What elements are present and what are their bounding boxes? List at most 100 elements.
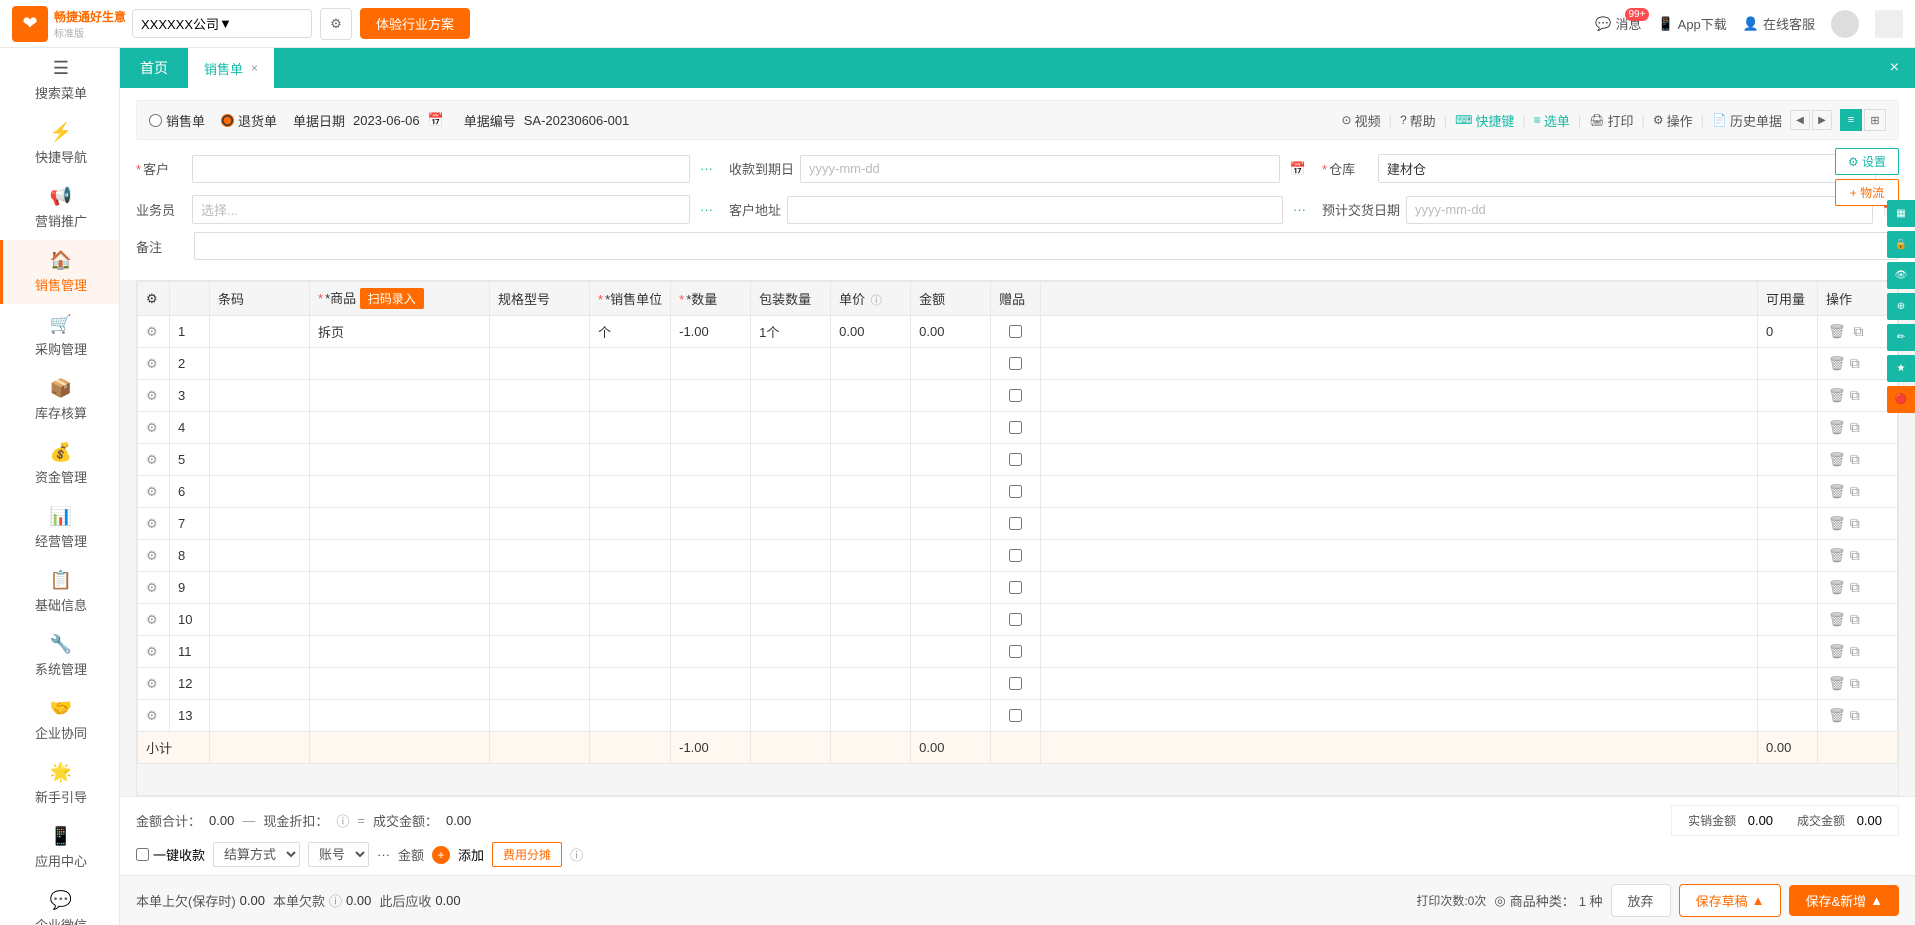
online-support-btn[interactable]: 👤 在线客服	[1743, 14, 1815, 33]
float-btn-6[interactable]: ★	[1887, 355, 1915, 382]
expense-info[interactable]: ⓘ	[570, 845, 583, 864]
toolbar-shortcut[interactable]: ⌨ 快捷键	[1455, 111, 1514, 130]
row1-spec[interactable]	[490, 316, 590, 348]
tab-close-icon[interactable]: ×	[251, 61, 258, 75]
toolbar-operation[interactable]: ⚙ 操作	[1653, 111, 1693, 130]
company-selector[interactable]: XXXXXX公司 ▼	[132, 9, 312, 38]
sidebar-item-wechat[interactable]: 💬 企业微信	[0, 880, 119, 925]
sidebar-item-purchase[interactable]: 🛒 采购管理	[0, 304, 119, 368]
total-val: 0.00	[209, 813, 234, 828]
customer-addr-input[interactable]	[787, 196, 1283, 224]
row1-gift-checkbox[interactable]	[1009, 325, 1022, 338]
row2-gear-icon[interactable]: ⚙	[146, 356, 158, 371]
view-icon-list[interactable]: ≡	[1840, 109, 1862, 131]
gear-col-icon[interactable]: ⚙	[146, 291, 158, 306]
row1-qty[interactable]: -1.00	[671, 316, 751, 348]
customer-dots[interactable]: ···	[700, 161, 713, 176]
row1-product[interactable]: 拆页	[310, 316, 490, 348]
recv-date-cal[interactable]: 📅	[1290, 161, 1306, 177]
toolbar-help[interactable]: ? 帮助	[1400, 111, 1436, 130]
nav-prev[interactable]: ◀	[1790, 110, 1810, 130]
row1-amount[interactable]: 0.00	[911, 316, 991, 348]
sidebar-item-system[interactable]: 🔧 系统管理	[0, 624, 119, 688]
row2-copy-btn[interactable]: ⧉	[1848, 353, 1862, 374]
bottom-info: 本单上欠(保存时) 0.00 本单欠款 ⓘ 0.00 此后应收 0.00	[136, 891, 461, 910]
warehouse-input[interactable]: 建材仓	[1378, 154, 1876, 183]
row1-barcode[interactable]	[210, 316, 310, 348]
row1-gear-icon[interactable]: ⚙	[146, 324, 158, 339]
cash-discount-info[interactable]: ⓘ	[336, 811, 349, 830]
nav-next[interactable]: ▶	[1812, 110, 1832, 130]
one-click-pay[interactable]: 一键收款	[136, 845, 205, 864]
account-select[interactable]: 账号	[308, 842, 369, 867]
sidebar-item-finance[interactable]: 💰 资金管理	[0, 432, 119, 496]
add-btn[interactable]: +	[432, 846, 450, 864]
settings-action-btn[interactable]: ⚙ 设置	[1835, 148, 1899, 175]
scan-btn[interactable]: 扫码录入	[360, 288, 424, 309]
message-badge: 99+	[1625, 8, 1650, 21]
remark-input[interactable]	[194, 232, 1899, 260]
avatar[interactable]	[1831, 10, 1859, 38]
app-download-btn[interactable]: 📱 App下载	[1657, 14, 1726, 33]
trial-btn[interactable]: 体验行业方案	[360, 8, 470, 39]
expected-date-input[interactable]: yyyy-mm-dd	[1406, 196, 1873, 224]
table-row: ⚙7 🗑⧉	[138, 508, 1898, 540]
save-new-btn[interactable]: 保存&新增 ▲	[1789, 885, 1899, 916]
radio-return[interactable]: 退货单	[221, 111, 277, 130]
sidebar-item-appcenter[interactable]: 📱 应用中心	[0, 816, 119, 880]
row3-gift-checkbox[interactable]	[1009, 389, 1022, 402]
toolbar-print[interactable]: 🖨 打印	[1589, 111, 1633, 130]
float-btn-1[interactable]: ▦	[1887, 200, 1915, 227]
toolbar-video[interactable]: ⊙ 视频	[1342, 111, 1381, 130]
float-btn-2[interactable]: 🔒	[1887, 231, 1915, 258]
expense-btn[interactable]: 费用分摊	[492, 842, 562, 867]
view-icon-grid[interactable]: ⊞	[1864, 109, 1886, 131]
avatar-more[interactable]	[1875, 10, 1903, 38]
sidebar-item-inventory[interactable]: 📦 库存核算	[0, 368, 119, 432]
account-dots[interactable]: ···	[377, 847, 390, 862]
float-btn-7[interactable]: 🔴	[1887, 386, 1915, 413]
sidebar-item-search[interactable]: ☰ 搜索菜单	[0, 48, 119, 112]
float-btn-3[interactable]: 👁	[1887, 262, 1915, 289]
row1-remark[interactable]	[1041, 316, 1758, 348]
tab-active[interactable]: 销售单 ×	[188, 48, 274, 88]
tab-home[interactable]: 首页	[120, 48, 188, 88]
message-btn[interactable]: 💬 消息 99+	[1595, 14, 1641, 33]
row3-gear-icon[interactable]: ⚙	[146, 388, 158, 403]
row3-delete-btn[interactable]: 🗑	[1826, 385, 1848, 406]
customer-input[interactable]	[192, 155, 690, 183]
salesperson-input[interactable]: 选择...	[192, 195, 690, 224]
row1-copy-btn[interactable]: ⧉	[1851, 321, 1865, 342]
discard-btn[interactable]: 放弃	[1611, 884, 1671, 917]
sidebar-item-corp[interactable]: 🤝 企业协同	[0, 688, 119, 752]
row1-pack-qty[interactable]: 1个	[751, 316, 831, 348]
customer-addr-dots[interactable]: ···	[1293, 202, 1306, 217]
sidebar-item-marketing[interactable]: 📢 营销推广	[0, 176, 119, 240]
settings-gear-btn[interactable]: ⚙	[320, 8, 352, 40]
payment-method-select[interactable]: 结算方式	[213, 842, 300, 867]
sidebar-item-sales[interactable]: 🏠 销售管理	[0, 240, 119, 304]
sidebar-item-basic[interactable]: 📋 基础信息	[0, 560, 119, 624]
tab-close-far[interactable]: ×	[1874, 59, 1915, 77]
toolbar-select[interactable]: ≡ 选单	[1534, 111, 1570, 130]
row2-delete-btn[interactable]: 🗑	[1826, 353, 1848, 374]
save-draft-btn[interactable]: 保存草稿 ▲	[1679, 884, 1782, 917]
row2-gift-checkbox[interactable]	[1009, 357, 1022, 370]
form-area: 销售单 退货单 单据日期 2023-06-06 📅 单据编号 SA-202306…	[120, 88, 1915, 280]
row1-delete-btn[interactable]: 🗑	[1826, 321, 1848, 342]
recv-date-input[interactable]: yyyy-mm-dd	[800, 155, 1280, 183]
float-btn-5[interactable]: ✏	[1887, 324, 1915, 351]
float-btn-4[interactable]: ⊕	[1887, 293, 1915, 320]
row3-copy-btn[interactable]: ⧉	[1848, 385, 1862, 406]
row1-unit[interactable]: 个	[590, 316, 671, 348]
sidebar-item-guide[interactable]: 🌟 新手引导	[0, 752, 119, 816]
calendar-icon[interactable]: 📅	[428, 112, 444, 128]
sidebar-item-quick-nav[interactable]: ⚡ 快捷导航	[0, 112, 119, 176]
owe-info-icon[interactable]: ⓘ	[329, 891, 342, 910]
sidebar-item-business[interactable]: 📊 经营管理	[0, 496, 119, 560]
salesperson-dots[interactable]: ···	[700, 202, 713, 217]
one-click-pay-checkbox[interactable]	[136, 848, 149, 861]
radio-sale[interactable]: 销售单	[149, 111, 205, 130]
row1-unit-price[interactable]: 0.00	[831, 316, 911, 348]
toolbar-history[interactable]: 📄 历史单据	[1712, 111, 1782, 130]
